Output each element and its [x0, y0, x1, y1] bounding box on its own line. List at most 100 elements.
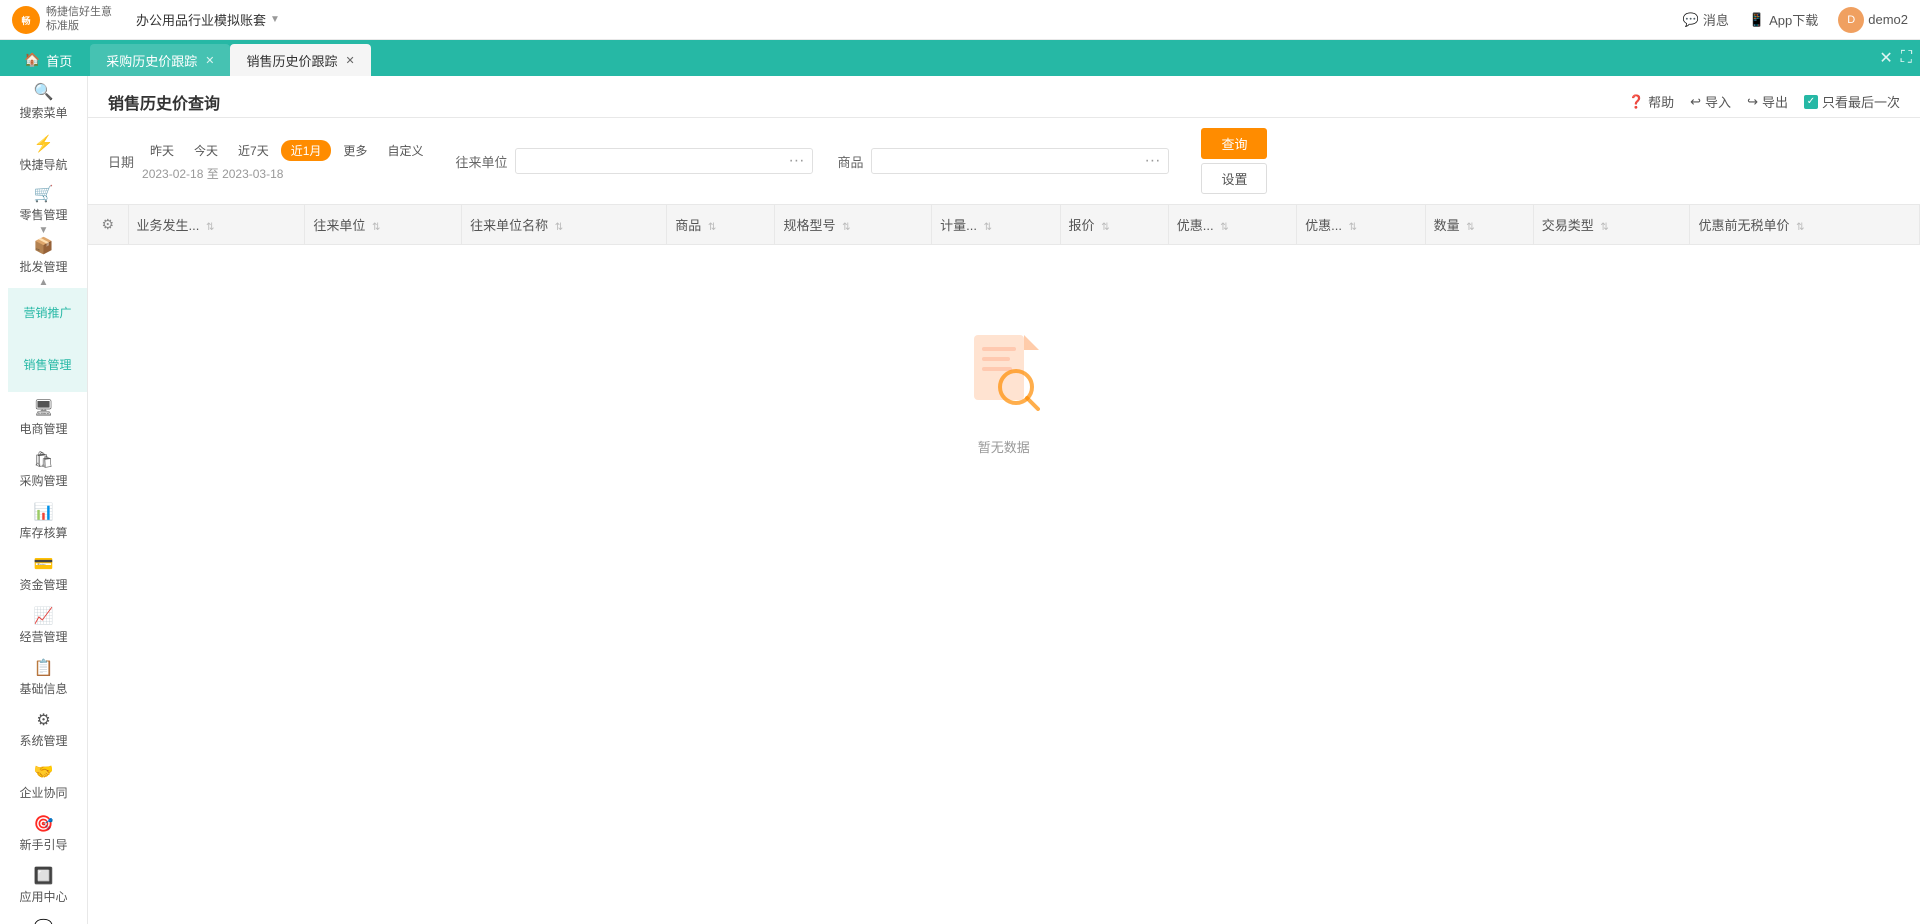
tab-sales-history[interactable]: 销售历史价跟踪 ✕	[230, 44, 370, 76]
date-label: 日期	[108, 152, 134, 171]
th-biz-date[interactable]: 业务发生... ⇅	[128, 205, 305, 245]
date-range-display: 2023-02-18 至 2023-03-18	[142, 165, 431, 182]
date-tab-today[interactable]: 今天	[186, 140, 226, 161]
page-header: 销售历史价查询 ❓ 帮助 ↩ 导入 ↪ 导出 只看最后一次	[88, 76, 1920, 118]
top-bar-left: 畅 畅捷信好生意 标准版 办公用品行业模拟账套 ▼	[12, 6, 280, 34]
app-selector[interactable]: 办公用品行业模拟账套 ▼	[136, 10, 280, 29]
page-title: 销售历史价查询	[108, 90, 220, 114]
partner-input[interactable]	[524, 154, 784, 169]
settings-button[interactable]: 设置	[1201, 163, 1267, 194]
th-product[interactable]: 商品 ⇅	[667, 205, 775, 245]
query-button[interactable]: 查询	[1201, 128, 1267, 159]
home-icon: 🏠	[24, 52, 40, 68]
only-last-checkbox-label[interactable]: 只看最后一次	[1804, 92, 1900, 111]
sidebar: 🔍 搜索菜单 ⚡ 快捷导航 🛒 零售管理 ▼ 📦 批发管理 ▲ 营销推广 销售管…	[0, 76, 88, 924]
export-button[interactable]: ↪ 导出	[1747, 92, 1788, 111]
tab-close-purchase[interactable]: ✕	[205, 54, 214, 67]
date-tab-custom[interactable]: 自定义	[379, 140, 431, 161]
download-button[interactable]: 📱 App下载	[1749, 10, 1818, 29]
th-discount1[interactable]: 优惠... ⇅	[1168, 205, 1296, 245]
product-input[interactable]	[880, 154, 1140, 169]
sidebar-item-finance[interactable]: 💳 资金管理	[0, 548, 87, 600]
sidebar-item-enterprise[interactable]: 🤝 企业协同	[0, 756, 87, 808]
help-icon: ❓	[1628, 94, 1644, 110]
sidebar-item-basic[interactable]: 📋 基础信息	[0, 652, 87, 704]
empty-text: 暂无数据	[978, 437, 1030, 456]
purchase-icon: 🛍	[33, 450, 53, 470]
th-partner-code[interactable]: 往来单位 ⇅	[305, 205, 462, 245]
sidebar-item-wechat[interactable]: 💬 企业微信	[0, 912, 87, 924]
sort-icon-trade-type: ⇅	[1600, 222, 1608, 233]
date-tab-yesterday[interactable]: 昨天	[142, 140, 182, 161]
sidebar-item-system[interactable]: ⚙ 系统管理	[0, 704, 87, 756]
page-actions: ❓ 帮助 ↩ 导入 ↪ 导出 只看最后一次	[1628, 92, 1900, 111]
sort-icon-spec: ⇅	[842, 222, 850, 233]
tab-bar: 🏠 首页 采购历史价跟踪 ✕ 销售历史价跟踪 ✕ ✕ ⛶	[0, 40, 1920, 76]
sidebar-item-wholesale[interactable]: 📦 批发管理 ▲	[0, 236, 87, 288]
tab-home[interactable]: 🏠 首页	[8, 44, 88, 76]
sidebar-item-retail[interactable]: 🛒 零售管理 ▼	[0, 184, 87, 236]
sidebar-item-inventory[interactable]: 📊 库存核算	[0, 496, 87, 548]
date-tab-7days[interactable]: 近7天	[230, 140, 277, 161]
date-tab-more[interactable]: 更多	[335, 140, 375, 161]
filter-row: 日期 昨天 今天 近7天 近1月 更多 自定义 2023-02-18 至 202…	[108, 128, 1900, 194]
product-dots-icon[interactable]: ···	[1144, 152, 1160, 170]
sort-icon-product: ⇅	[708, 222, 716, 233]
date-tab-1month[interactable]: 近1月	[281, 140, 332, 161]
table-header-row: ⚙ 业务发生... ⇅ 往来单位 ⇅ 往来单位名称 ⇅	[88, 205, 1920, 245]
close-window-icon[interactable]: ✕	[1879, 48, 1892, 68]
th-quote[interactable]: 报价 ⇅	[1060, 205, 1168, 245]
th-pretax-price[interactable]: 优惠前无税单价 ⇅	[1690, 205, 1920, 245]
message-icon: 💬	[1683, 12, 1699, 28]
sidebar-item-purchase[interactable]: 🛍 采购管理	[0, 444, 87, 496]
sidebar-item-apps[interactable]: 🔲 应用中心	[0, 860, 87, 912]
th-settings[interactable]: ⚙	[88, 205, 128, 245]
sidebar-item-marketing[interactable]: 营销推广	[8, 288, 87, 340]
user-avatar[interactable]: D demo2	[1838, 7, 1908, 33]
filter-bar: 日期 昨天 今天 近7天 近1月 更多 自定义 2023-02-18 至 202…	[88, 118, 1920, 205]
top-bar: 畅 畅捷信好生意 标准版 办公用品行业模拟账套 ▼ 💬 消息 📱 App下载 D…	[0, 0, 1920, 40]
sidebar-item-quick-nav[interactable]: ⚡ 快捷导航	[0, 128, 87, 180]
product-input-wrapper: ···	[871, 148, 1169, 174]
tab-close-sales[interactable]: ✕	[345, 54, 354, 67]
tab-purchase-history[interactable]: 采购历史价跟踪 ✕	[90, 44, 230, 76]
finance-icon: 💳	[34, 554, 54, 574]
sidebar-item-operations[interactable]: 📈 经营管理	[0, 600, 87, 652]
partner-label: 往来单位	[455, 152, 507, 171]
import-button[interactable]: ↩ 导入	[1690, 92, 1731, 111]
th-discount2[interactable]: 优惠... ⇅	[1297, 205, 1425, 245]
inventory-icon: 📊	[34, 502, 54, 522]
partner-input-wrapper: ···	[515, 148, 813, 174]
gear-icon[interactable]: ⚙	[101, 216, 114, 232]
wholesale-submenu: 营销推广 销售管理	[0, 288, 87, 392]
sort-icon-qty: ⇅	[1466, 222, 1474, 233]
system-icon: ⚙	[36, 710, 50, 730]
th-spec[interactable]: 规格型号 ⇅	[775, 205, 932, 245]
th-partner-name[interactable]: 往来单位名称 ⇅	[462, 205, 667, 245]
th-unit[interactable]: 计量... ⇅	[932, 205, 1060, 245]
empty-state: 暂无数据	[88, 245, 1920, 536]
partner-dots-icon[interactable]: ···	[788, 152, 804, 170]
sidebar-item-ecommerce[interactable]: 🖥 电商管理	[0, 392, 87, 444]
sort-icon-discount2: ⇅	[1349, 222, 1357, 233]
maximize-icon[interactable]: ⛶	[1901, 49, 1912, 67]
help-button[interactable]: ❓ 帮助	[1628, 92, 1674, 111]
quick-nav-icon: ⚡	[34, 134, 54, 154]
message-button[interactable]: 💬 消息	[1683, 10, 1729, 29]
sort-icon-quote: ⇅	[1101, 222, 1109, 233]
wechat-icon: 💬	[34, 918, 54, 924]
top-bar-right: 💬 消息 📱 App下载 D demo2	[1683, 7, 1908, 33]
sidebar-item-sales-mgmt[interactable]: 销售管理	[8, 340, 87, 392]
expand-icon-2: ▲	[39, 277, 49, 288]
only-last-checkbox[interactable]	[1804, 95, 1818, 109]
th-qty[interactable]: 数量 ⇅	[1425, 205, 1533, 245]
sort-icon-unit: ⇅	[984, 222, 992, 233]
enterprise-icon: 🤝	[34, 762, 54, 782]
th-trade-type[interactable]: 交易类型 ⇅	[1533, 205, 1690, 245]
sidebar-item-search[interactable]: 🔍 搜索菜单	[0, 76, 87, 128]
data-table: ⚙ 业务发生... ⇅ 往来单位 ⇅ 往来单位名称 ⇅	[88, 205, 1920, 536]
sidebar-item-newbie[interactable]: 🎯 新手引导	[0, 808, 87, 860]
search-icon: 🔍	[34, 82, 54, 102]
product-filter-group: 商品 ···	[837, 148, 1169, 174]
table-container: ⚙ 业务发生... ⇅ 往来单位 ⇅ 往来单位名称 ⇅	[88, 205, 1920, 924]
